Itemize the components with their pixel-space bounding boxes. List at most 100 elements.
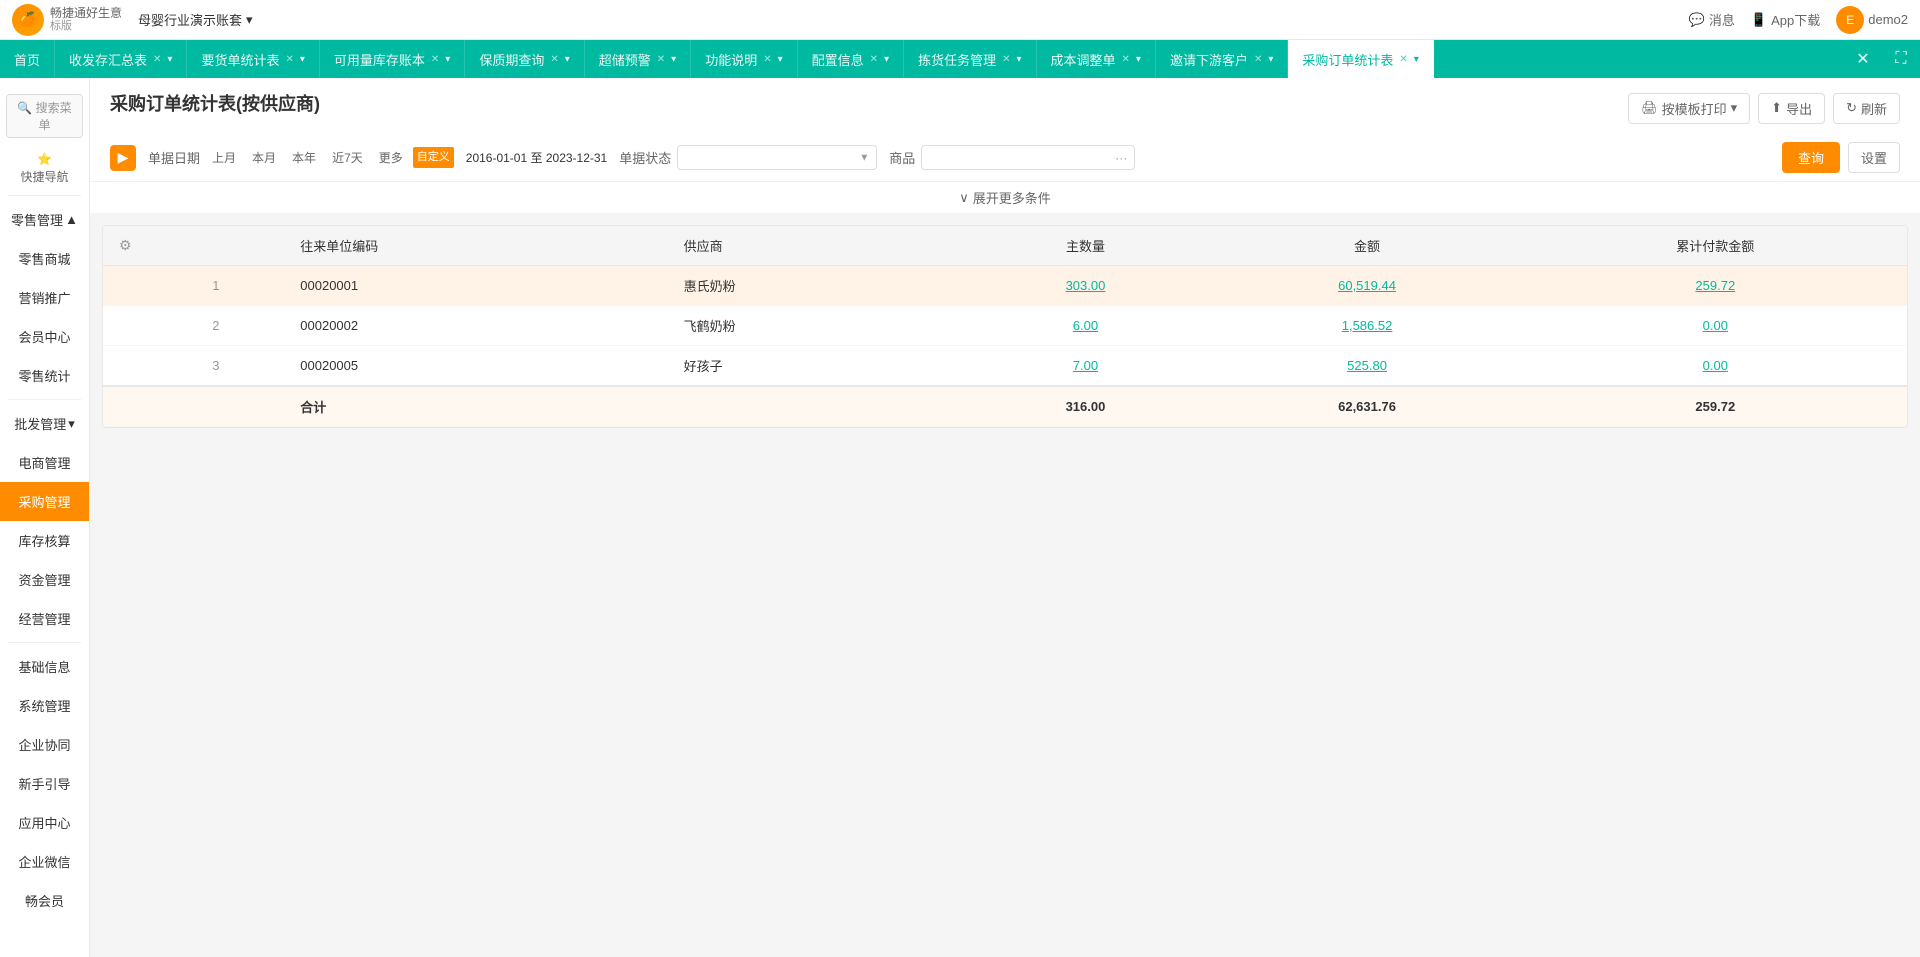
tab-kucun[interactable]: 可用量库存账本 ✕ ▾: [320, 40, 465, 78]
content-area: 采购订单统计表(按供应商) 🖨 按模板打印 ▾ ⬆ 导出 ↻ 刷新 ▶: [90, 78, 1920, 957]
row-amount-3[interactable]: 525.80: [1211, 346, 1524, 387]
sidebar-item-ecommerce[interactable]: 电商管理: [0, 443, 89, 482]
tab-yaoqing[interactable]: 邀请下游客户 ✕ ▾: [1156, 40, 1288, 78]
col-header-code: 往来单位编码: [284, 226, 667, 266]
date-btn-last-month[interactable]: 上月: [206, 147, 242, 168]
close-tab-chengben[interactable]: ✕: [1122, 54, 1130, 65]
sidebar-item-enterprise[interactable]: 企业协同: [0, 725, 89, 764]
close-tab-panhuo[interactable]: ✕: [1002, 54, 1010, 65]
custom-date-badge[interactable]: 自定义: [413, 147, 454, 168]
col-header-num: [148, 226, 285, 266]
sidebar-item-finance[interactable]: 资金管理: [0, 560, 89, 599]
date-btn-this-year[interactable]: 本年: [286, 147, 322, 168]
date-range-group: 2016-01-01 至 2023-12-31: [466, 149, 607, 166]
workspace-selector[interactable]: 母婴行业演示账套 ▾: [130, 6, 261, 33]
row-amount-1[interactable]: 60,519.44: [1211, 266, 1524, 306]
sidebar-item-retail[interactable]: 零售管理 ▲: [0, 200, 89, 239]
row-code-2: 00020002: [284, 306, 667, 346]
close-tab-shoufa[interactable]: ✕: [153, 54, 161, 65]
close-all-tabs-button[interactable]: ✕: [1844, 40, 1882, 78]
goods-more-icon[interactable]: ···: [1115, 151, 1127, 165]
tab-arrow-yaoqing[interactable]: ▾: [1268, 54, 1273, 65]
tab-peizhi[interactable]: 配置信息 ✕ ▾: [798, 40, 904, 78]
filter-bar: ▶ 单据日期 上月 本月 本年 近7天 更多 自定义 2016-01-01 至 …: [90, 134, 1920, 182]
close-tab-kucun[interactable]: ✕: [431, 54, 439, 65]
sidebar-item-marketing[interactable]: 营销推广: [0, 278, 89, 317]
settings-button[interactable]: 设置: [1848, 142, 1900, 173]
close-tab-gongneng[interactable]: ✕: [763, 54, 771, 65]
tab-chengben[interactable]: 成本调整单 ✕ ▾: [1037, 40, 1156, 78]
close-tab-baozhiqi[interactable]: ✕: [550, 54, 558, 65]
row-amount-2[interactable]: 1,586.52: [1211, 306, 1524, 346]
close-tab-yaohuo[interactable]: ✕: [285, 54, 293, 65]
sidebar-item-apps[interactable]: 应用中心: [0, 803, 89, 842]
close-tab-chaochu[interactable]: ✕: [657, 54, 665, 65]
row-settings-3: [103, 346, 148, 387]
tab-baozhiqi[interactable]: 保质期查询 ✕ ▾: [465, 40, 584, 78]
sidebar-item-member[interactable]: 会员中心: [0, 317, 89, 356]
row-paid-3[interactable]: 0.00: [1524, 346, 1907, 387]
tab-arrow-yaohuo[interactable]: ▾: [300, 54, 305, 65]
tab-arrow-gongneng[interactable]: ▾: [778, 54, 783, 65]
export-button[interactable]: ⬆ 导出: [1758, 93, 1825, 124]
tab-arrow-caigou[interactable]: ▾: [1414, 54, 1419, 65]
sidebar-divider: [8, 195, 81, 196]
date-filter-label: 单据日期: [148, 148, 200, 167]
print-arrow-icon: ▾: [1731, 100, 1738, 116]
sidebar-item-retail-stat[interactable]: 零售统计: [0, 356, 89, 395]
row-qty-3[interactable]: 7.00: [960, 346, 1210, 387]
sidebar-item-basic[interactable]: 基础信息: [0, 647, 89, 686]
fullscreen-button[interactable]: ⛶: [1882, 40, 1920, 78]
tab-home[interactable]: 首页: [0, 40, 55, 78]
tab-arrow-kucun[interactable]: ▾: [445, 54, 450, 65]
sidebar-item-operations[interactable]: 经营管理: [0, 599, 89, 638]
top-bar-left: 🍊 畅捷通好生意 标版 母婴行业演示账套 ▾: [12, 4, 261, 36]
date-btn-more[interactable]: 更多: [373, 147, 409, 168]
refresh-button[interactable]: ↻ 刷新: [1833, 93, 1900, 124]
user-avatar[interactable]: E demo2: [1836, 6, 1908, 34]
tab-arrow-peizhi[interactable]: ▾: [884, 54, 889, 65]
tab-arrow-chengben[interactable]: ▾: [1136, 54, 1141, 65]
tab-arrow-panhuo[interactable]: ▾: [1016, 54, 1021, 65]
tab-panhuo[interactable]: 拣货任务管理 ✕ ▾: [904, 40, 1036, 78]
close-tab-yaoqing[interactable]: ✕: [1254, 54, 1262, 65]
sidebar-item-purchase[interactable]: 采购管理: [0, 482, 89, 521]
message-button[interactable]: 💬 消息: [1689, 10, 1735, 29]
sidebar-item-wechat[interactable]: 企业微信: [0, 842, 89, 881]
tab-arrow-baozhiqi[interactable]: ▾: [565, 54, 570, 65]
row-num-1: 1: [148, 266, 285, 306]
row-supplier-1: 惠氏奶粉: [668, 266, 961, 306]
sidebar-item-system[interactable]: 系统管理: [0, 686, 89, 725]
sidebar-item-vip[interactable]: 畅会员: [0, 881, 89, 920]
tab-arrow-shoufa[interactable]: ▾: [167, 54, 172, 65]
sidebar-item-newbie[interactable]: 新手引导: [0, 764, 89, 803]
close-tab-peizhi[interactable]: ✕: [870, 54, 878, 65]
sidebar-item-inventory[interactable]: 库存核算: [0, 521, 89, 560]
search-menu-input[interactable]: 🔍 搜索菜单: [6, 94, 83, 138]
expand-more-button[interactable]: ∨ 展开更多条件: [959, 188, 1051, 207]
print-button[interactable]: 🖨 按模板打印 ▾: [1628, 93, 1750, 124]
sidebar-item-retail-shop[interactable]: 零售商城: [0, 239, 89, 278]
query-button[interactable]: 查询: [1782, 142, 1840, 173]
close-tab-caigou[interactable]: ✕: [1399, 54, 1407, 65]
gear-icon[interactable]: ⚙: [119, 237, 132, 253]
filter-toggle-button[interactable]: ▶: [110, 145, 136, 171]
tab-chaochu[interactable]: 超储预警 ✕ ▾: [585, 40, 691, 78]
date-btn-7days[interactable]: 近7天: [326, 147, 369, 168]
tab-shoufa[interactable]: 收发存汇总表 ✕ ▾: [55, 40, 187, 78]
quick-nav-button[interactable]: ⭐ 快捷导航: [0, 146, 89, 191]
tab-arrow-chaochu[interactable]: ▾: [671, 54, 676, 65]
status-select[interactable]: [677, 145, 877, 170]
goods-input[interactable]: [921, 145, 1135, 170]
tab-gongneng[interactable]: 功能说明 ✕ ▾: [691, 40, 797, 78]
tab-yaohuo[interactable]: 要货单统计表 ✕ ▾: [187, 40, 319, 78]
app-download-button[interactable]: 📱 App下载: [1751, 10, 1820, 29]
row-paid-2[interactable]: 0.00: [1524, 306, 1907, 346]
date-shortcuts: 上月 本月 本年 近7天 更多 自定义: [206, 147, 454, 168]
row-qty-2[interactable]: 6.00: [960, 306, 1210, 346]
date-btn-this-month[interactable]: 本月: [246, 147, 282, 168]
tab-caigou[interactable]: 采购订单统计表 ✕ ▾: [1288, 40, 1433, 78]
row-qty-1[interactable]: 303.00: [960, 266, 1210, 306]
sidebar-item-wholesale[interactable]: 批发管理 ▾: [0, 404, 89, 443]
row-paid-1[interactable]: 259.72: [1524, 266, 1907, 306]
